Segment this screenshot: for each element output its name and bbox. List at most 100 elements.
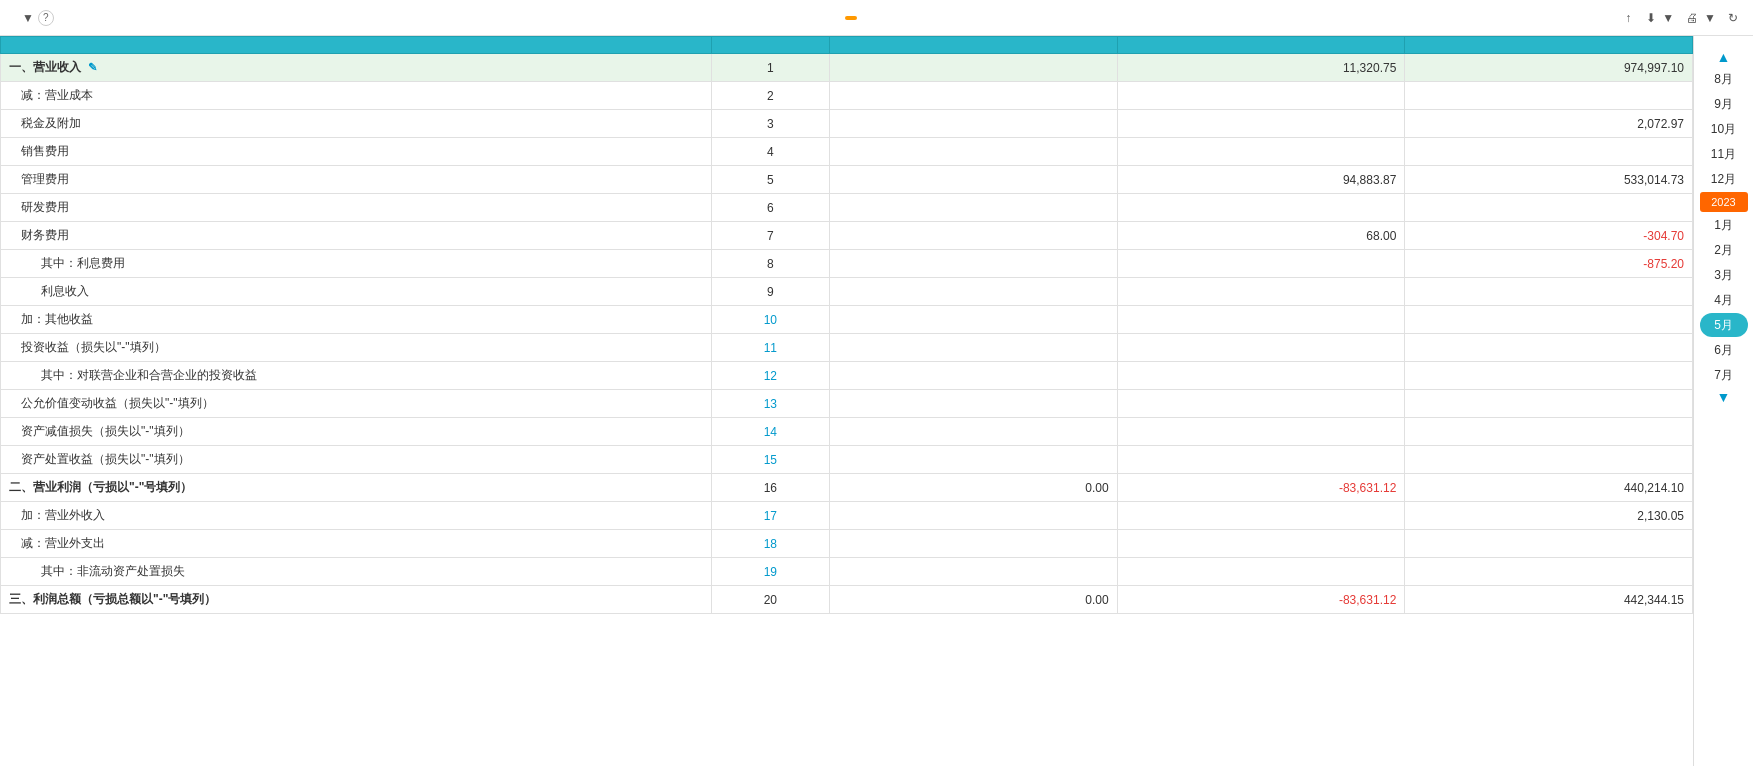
cell-month-amount	[830, 446, 1118, 474]
cell-month-amount	[830, 222, 1118, 250]
dropdown-icon: ▼	[22, 11, 34, 25]
cell-row-number: 6	[711, 194, 829, 222]
month-item[interactable]: 1月	[1700, 213, 1748, 237]
report-table: 一、营业收入 ✎111,320.75974,997.10减：营业成本2税金及附加…	[0, 36, 1693, 614]
month-item[interactable]: 9月	[1700, 92, 1748, 116]
cell-month-amount	[830, 390, 1118, 418]
cell-year-amount	[1117, 502, 1405, 530]
cell-year-amount: 11,320.75	[1117, 54, 1405, 82]
month-item[interactable]: 12月	[1700, 167, 1748, 191]
all-selector[interactable]: ▼ ?	[12, 8, 60, 28]
cell-row-number[interactable]: 12	[711, 362, 829, 390]
cell-year-amount	[1117, 306, 1405, 334]
cell-year-amount	[1117, 278, 1405, 306]
cell-row-number[interactable]: 17	[711, 502, 829, 530]
cell-row-number: 9	[711, 278, 829, 306]
cell-month-amount	[830, 54, 1118, 82]
cell-prev-year-amount	[1405, 278, 1693, 306]
cell-row-number[interactable]: 18	[711, 530, 829, 558]
cell-item-name: 投资收益（损失以"-"填列）	[1, 334, 712, 362]
header-month-amount	[830, 37, 1118, 54]
cell-item-name: 减：营业外支出	[1, 530, 712, 558]
cell-prev-year-amount: 2,130.05	[1405, 502, 1693, 530]
cell-year-amount	[1117, 418, 1405, 446]
cell-row-number: 4	[711, 138, 829, 166]
main-content: 一、营业收入 ✎111,320.75974,997.10减：营业成本2税金及附加…	[0, 36, 1753, 766]
cell-month-amount	[830, 138, 1118, 166]
cell-row-number: 16	[711, 474, 829, 502]
cell-prev-year-amount: -875.20	[1405, 250, 1693, 278]
month-item[interactable]: 4月	[1700, 288, 1748, 312]
cell-item-name: 一、营业收入 ✎	[1, 54, 712, 82]
month-item[interactable]: 7月	[1700, 363, 1748, 387]
cell-item-name: 减：营业成本	[1, 82, 712, 110]
cell-prev-year-amount: 533,014.73	[1405, 166, 1693, 194]
cell-row-number: 5	[711, 166, 829, 194]
table-row: 销售费用4	[1, 138, 1693, 166]
cell-item-name: 其中：利息费用	[1, 250, 712, 278]
month-item[interactable]: 8月	[1700, 67, 1748, 91]
table-row: 一、营业收入 ✎111,320.75974,997.10	[1, 54, 1693, 82]
cell-prev-year-amount	[1405, 390, 1693, 418]
table-row: 资产减值损失（损失以"-"填列）14	[1, 418, 1693, 446]
cell-item-name: 其中：对联营企业和合营企业的投资收益	[1, 362, 712, 390]
cell-row-number[interactable]: 15	[711, 446, 829, 474]
back-icon: ↑	[1625, 11, 1631, 25]
print-icon: 🖨	[1686, 11, 1698, 25]
cell-month-amount: 0.00	[830, 586, 1118, 614]
table-header-row	[1, 37, 1693, 54]
header-center	[829, 16, 857, 20]
table-row: 研发费用6	[1, 194, 1693, 222]
cell-prev-year-amount	[1405, 82, 1693, 110]
cell-month-amount	[830, 334, 1118, 362]
refresh-button[interactable]: ↻	[1728, 11, 1741, 25]
cell-year-amount	[1117, 446, 1405, 474]
download-button[interactable]: ⬇ ▼	[1646, 11, 1674, 25]
month-item[interactable]: 6月	[1700, 338, 1748, 362]
header-left: ▼ ?	[12, 8, 60, 28]
cell-row-number[interactable]: 19	[711, 558, 829, 586]
table-row: 税金及附加32,072.97	[1, 110, 1693, 138]
table-row: 资产处置收益（损失以"-"填列）15	[1, 446, 1693, 474]
cell-prev-year-amount: 442,344.15	[1405, 586, 1693, 614]
cell-prev-year-amount: 974,997.10	[1405, 54, 1693, 82]
cell-month-amount	[830, 166, 1118, 194]
month-item[interactable]: 2月	[1700, 238, 1748, 262]
cell-row-number: 3	[711, 110, 829, 138]
cell-year-amount	[1117, 194, 1405, 222]
cell-prev-year-amount	[1405, 194, 1693, 222]
table-row: 投资收益（损失以"-"填列）11	[1, 334, 1693, 362]
cell-item-name: 财务费用	[1, 222, 712, 250]
year-label[interactable]: 2023	[1700, 192, 1748, 212]
back-button[interactable]: ↑	[1625, 11, 1634, 25]
header-actions: ↑ ⬇ ▼ 🖨 ▼ ↻	[1625, 11, 1741, 25]
edit-icon[interactable]: ✎	[85, 61, 97, 73]
table-row: 三、利润总额（亏损总额以"-"号填列）200.00-83,631.12442,3…	[1, 586, 1693, 614]
month-item[interactable]: 11月	[1700, 142, 1748, 166]
cell-year-amount: -83,631.12	[1117, 474, 1405, 502]
cell-item-name: 税金及附加	[1, 110, 712, 138]
month-item[interactable]: 10月	[1700, 117, 1748, 141]
cell-prev-year-amount	[1405, 138, 1693, 166]
month-item[interactable]: 3月	[1700, 263, 1748, 287]
cell-row-number[interactable]: 11	[711, 334, 829, 362]
header-row-num	[711, 37, 829, 54]
month-nav-down[interactable]: ▼	[1710, 388, 1738, 406]
status-badge	[845, 16, 857, 20]
month-nav-up[interactable]: ▲	[1710, 48, 1738, 66]
cell-row-number[interactable]: 14	[711, 418, 829, 446]
cell-prev-year-amount	[1405, 418, 1693, 446]
table-row: 二、营业利润（亏损以"-"号填列）160.00-83,631.12440,214…	[1, 474, 1693, 502]
cell-month-amount: 0.00	[830, 474, 1118, 502]
cell-row-number[interactable]: 13	[711, 390, 829, 418]
cell-item-name: 研发费用	[1, 194, 712, 222]
cell-year-amount: -83,631.12	[1117, 586, 1405, 614]
cell-row-number[interactable]: 10	[711, 306, 829, 334]
page-header: ▼ ? ↑ ⬇ ▼ 🖨 ▼ ↻	[0, 0, 1753, 36]
cell-prev-year-amount	[1405, 362, 1693, 390]
cell-prev-year-amount	[1405, 446, 1693, 474]
print-button[interactable]: 🖨 ▼	[1686, 11, 1716, 25]
help-icon[interactable]: ?	[38, 10, 54, 26]
month-selector-title	[1722, 40, 1726, 48]
month-item[interactable]: 5月	[1700, 313, 1748, 337]
